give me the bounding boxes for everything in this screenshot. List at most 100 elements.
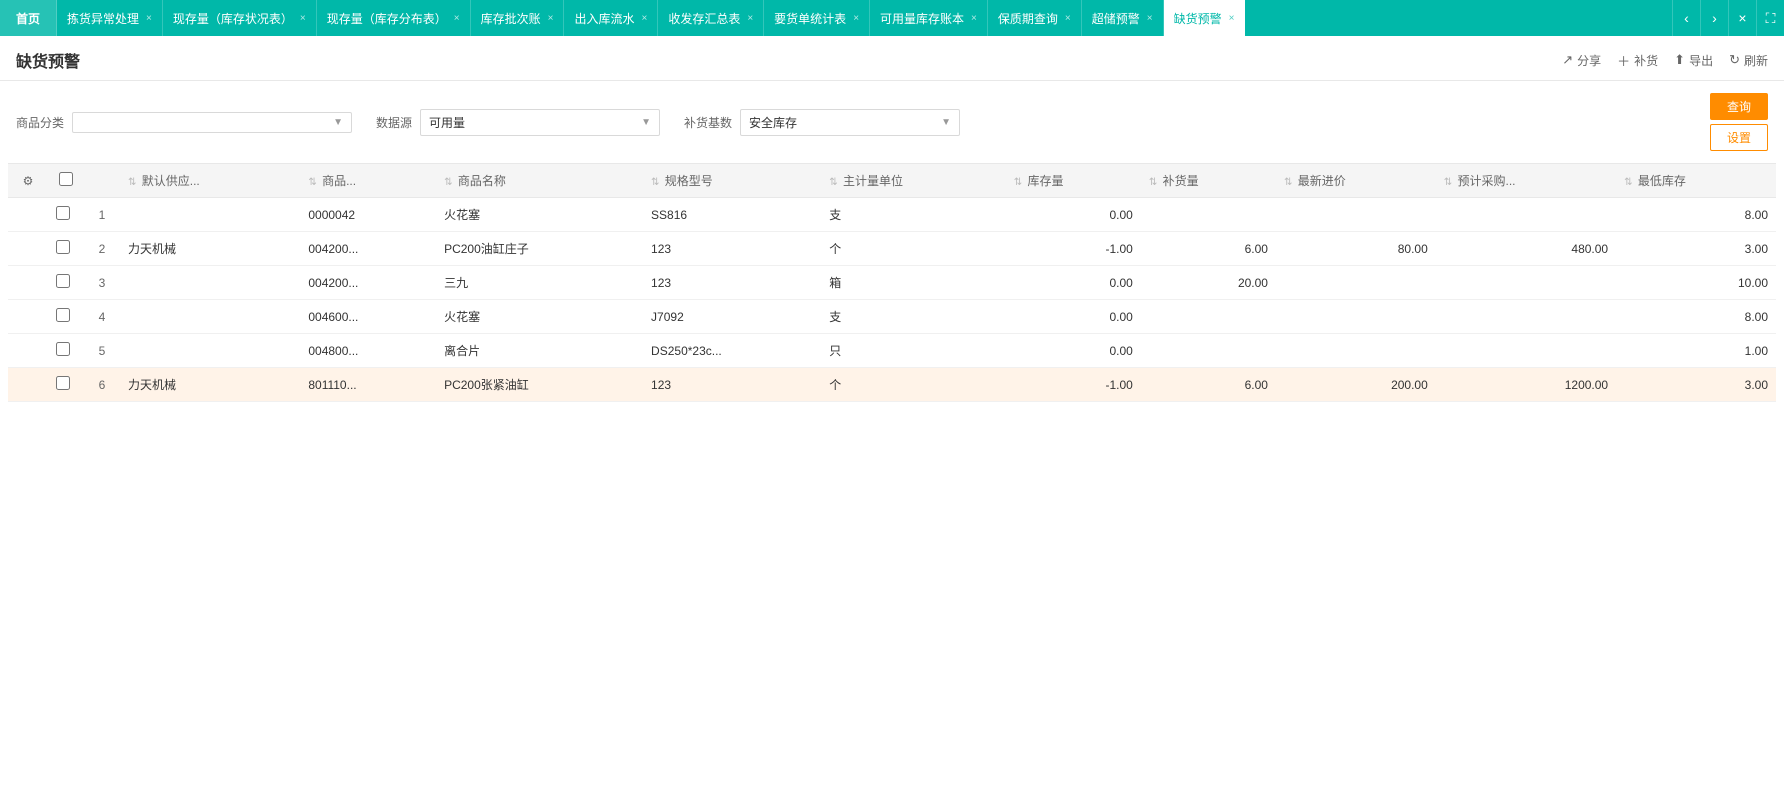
close-batch-account-icon[interactable]: × <box>548 13 554 24</box>
restock-icon: ＋ <box>1617 51 1630 70</box>
th-restock-qty[interactable]: ⇅ 补货量 <box>1141 164 1276 198</box>
th-product-name[interactable]: ⇅ 商品名称 <box>436 164 643 198</box>
row-checkbox[interactable] <box>56 206 70 220</box>
th-gear[interactable]: ⚙ <box>8 164 48 198</box>
cell-row-num: 1 <box>84 198 120 232</box>
cell-product-code: 004200... <box>300 232 436 266</box>
cell-stock-qty: 0.00 <box>1006 334 1141 368</box>
row-checkbox[interactable] <box>56 308 70 322</box>
cell-checkbox[interactable] <box>48 334 84 368</box>
nav-tab-stock-status[interactable]: 现存量（库存状况表） × <box>163 0 317 36</box>
cell-restock-qty: 6.00 <box>1141 232 1276 266</box>
th-row-num <box>84 164 120 198</box>
close-order-stat-icon[interactable]: × <box>853 13 859 24</box>
cell-product-code: 801110... <box>300 368 436 402</box>
cell-product-code: 004800... <box>300 334 436 368</box>
table-row: 5004800...离合片DS250*23c...只0.001.00 <box>8 334 1776 368</box>
cell-est-purchase: 480.00 <box>1436 232 1616 266</box>
nav-tab-pick-exception[interactable]: 拣货异常处理 × <box>57 0 163 36</box>
restock-button[interactable]: ＋ 补货 <box>1617 51 1658 70</box>
nav-tab-expiry-query[interactable]: 保质期查询 × <box>988 0 1082 36</box>
sort-spec-icon: ⇅ <box>651 177 659 188</box>
nav-tab-shortage-warning[interactable]: 缺货预警 × <box>1164 0 1246 36</box>
close-expiry-query-icon[interactable]: × <box>1065 13 1071 24</box>
nav-tab-home[interactable]: 首页 <box>0 0 57 36</box>
th-latest-price[interactable]: ⇅ 最新进价 <box>1276 164 1436 198</box>
nav-next-button[interactable]: › <box>1700 0 1728 36</box>
sort-restock-icon: ⇅ <box>1149 177 1157 188</box>
refresh-icon: ↻ <box>1729 52 1740 68</box>
cell-checkbox[interactable] <box>48 232 84 266</box>
close-stock-status-icon[interactable]: × <box>300 13 306 24</box>
nav-tab-inout-flow[interactable]: 出入库流水 × <box>564 0 658 36</box>
filter-bar: 商品分类 ▼ 数据源 可用量 ▼ 补货基数 安全库存 ▼ 查询 设置 <box>0 81 1784 163</box>
nav-tab-recv-send[interactable]: 收发存汇总表 × <box>658 0 764 36</box>
cell-spec: SS816 <box>643 198 821 232</box>
close-overstock-warning-icon[interactable]: × <box>1147 13 1153 24</box>
cell-latest-price <box>1276 198 1436 232</box>
category-select[interactable]: ▼ <box>72 112 352 133</box>
cell-checkbox[interactable] <box>48 368 84 402</box>
nav-tab-overstock-warning[interactable]: 超储预警 × <box>1082 0 1164 36</box>
nav-fullscreen-button[interactable]: ⛶ <box>1756 0 1784 36</box>
cell-product-code: 0000042 <box>300 198 436 232</box>
close-pick-exception-icon[interactable]: × <box>146 13 152 24</box>
refresh-button[interactable]: ↻ 刷新 <box>1729 52 1768 69</box>
th-default-supplier[interactable]: ⇅ 默认供应... <box>120 164 300 198</box>
th-product-code[interactable]: ⇅ 商品... <box>300 164 436 198</box>
nav-tab-recv-send-label: 收发存汇总表 <box>668 10 740 27</box>
th-est-purchase[interactable]: ⇅ 预计采购... <box>1436 164 1616 198</box>
restock-base-select[interactable]: 安全库存 ▼ <box>740 109 960 136</box>
export-button[interactable]: ⬆ 导出 <box>1674 52 1713 69</box>
cell-stock-qty: 0.00 <box>1006 198 1141 232</box>
gear-icon[interactable]: ⚙ <box>23 174 34 188</box>
row-checkbox[interactable] <box>56 376 70 390</box>
cell-spec: DS250*23c... <box>643 334 821 368</box>
cell-restock-qty <box>1141 198 1276 232</box>
close-available-book-icon[interactable]: × <box>971 13 977 24</box>
th-min-stock[interactable]: ⇅ 最低库存 <box>1616 164 1776 198</box>
share-button[interactable]: ↗ 分享 <box>1562 52 1601 69</box>
nav-tab-order-stat[interactable]: 要货单统计表 × <box>764 0 870 36</box>
th-checkbox[interactable] <box>48 164 84 198</box>
nav-tab-available-book-label: 可用量库存账本 <box>880 10 964 27</box>
restock-label: 补货 <box>1634 52 1658 69</box>
cell-latest-price <box>1276 266 1436 300</box>
close-inout-flow-icon[interactable]: × <box>641 13 647 24</box>
cell-latest-price: 200.00 <box>1276 368 1436 402</box>
settings-button[interactable]: 设置 <box>1710 124 1768 151</box>
cell-checkbox[interactable] <box>48 300 84 334</box>
category-label: 商品分类 <box>16 114 64 131</box>
th-stock-qty[interactable]: ⇅ 库存量 <box>1006 164 1141 198</box>
nav-close-button[interactable]: × <box>1728 0 1756 36</box>
cell-min-stock: 8.00 <box>1616 300 1776 334</box>
table-row: 6力天机械801110...PC200张紧油缸123个-1.006.00200.… <box>8 368 1776 402</box>
th-spec-label: 规格型号 <box>665 174 713 188</box>
nav-tab-batch-account[interactable]: 库存批次账 × <box>471 0 565 36</box>
close-stock-dist-icon[interactable]: × <box>454 13 460 24</box>
cell-gear <box>8 198 48 232</box>
nav-prev-button[interactable]: ‹ <box>1672 0 1700 36</box>
nav-tab-stock-dist[interactable]: 现存量（库存分布表） × <box>317 0 471 36</box>
close-recv-send-icon[interactable]: × <box>747 13 753 24</box>
share-label: 分享 <box>1577 52 1601 69</box>
select-all-checkbox[interactable] <box>59 172 73 186</box>
datasource-select[interactable]: 可用量 ▼ <box>420 109 660 136</box>
query-button[interactable]: 查询 <box>1710 93 1768 120</box>
row-checkbox[interactable] <box>56 274 70 288</box>
nav-tab-shortage-warning-label: 缺货预警 <box>1174 10 1222 27</box>
th-spec[interactable]: ⇅ 规格型号 <box>643 164 821 198</box>
th-unit[interactable]: ⇅ 主计量单位 <box>821 164 1005 198</box>
datasource-arrow-icon: ▼ <box>641 117 651 128</box>
row-checkbox[interactable] <box>56 240 70 254</box>
cell-unit: 支 <box>821 300 1005 334</box>
cell-est-purchase: 1200.00 <box>1436 368 1616 402</box>
close-shortage-warning-icon[interactable]: × <box>1229 13 1235 24</box>
th-unit-label: 主计量单位 <box>843 174 903 188</box>
cell-checkbox[interactable] <box>48 266 84 300</box>
nav-tab-available-book[interactable]: 可用量库存账本 × <box>870 0 988 36</box>
cell-unit: 只 <box>821 334 1005 368</box>
cell-checkbox[interactable] <box>48 198 84 232</box>
row-checkbox[interactable] <box>56 342 70 356</box>
cell-stock-qty: -1.00 <box>1006 232 1141 266</box>
